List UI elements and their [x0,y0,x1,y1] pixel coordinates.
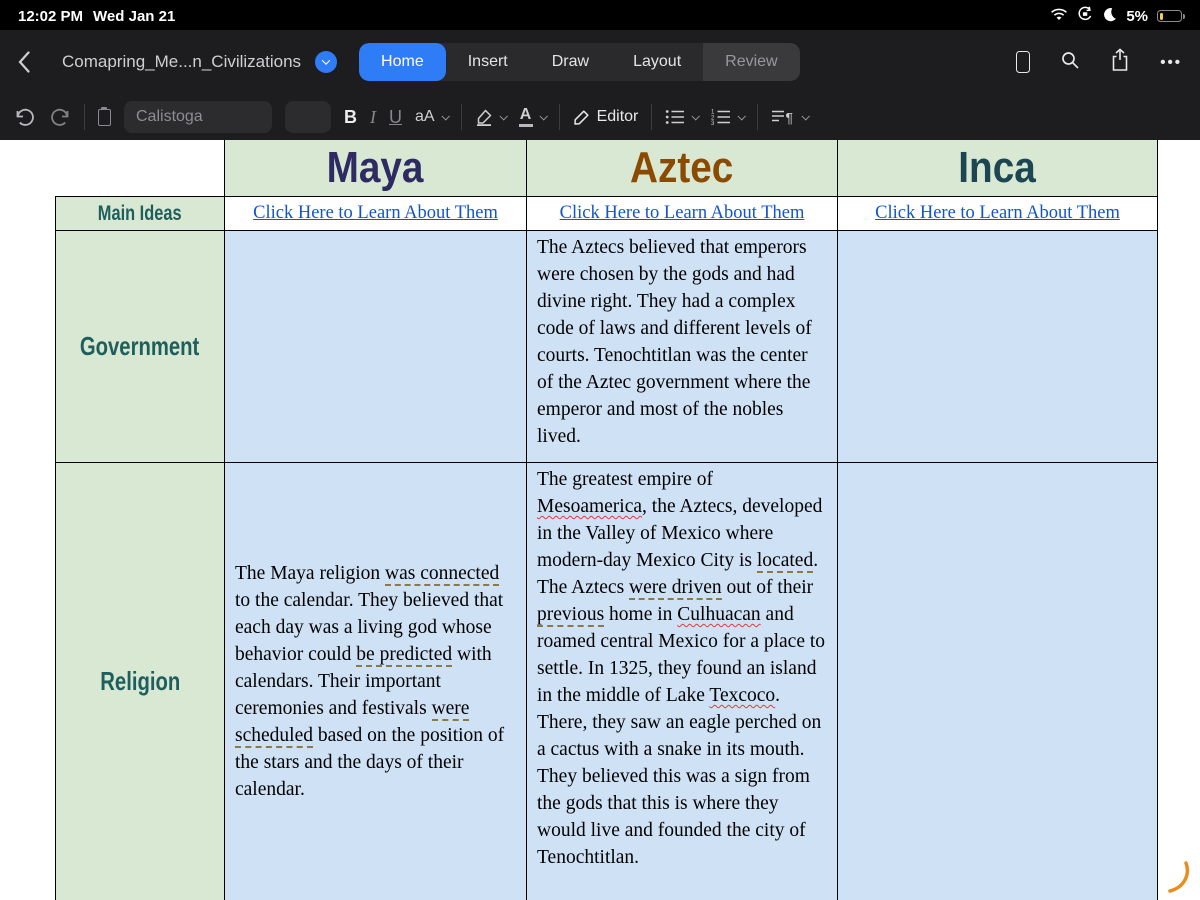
maya-heading: Maya [327,143,424,192]
document-title: Comapring_Me...n_Civilizations [62,52,302,71]
highlighter-icon [476,109,491,126]
tab-draw[interactable]: Draw [530,43,611,81]
bullet-list-icon [666,110,685,124]
tab-insert[interactable]: Insert [446,43,530,81]
government-aztec-cell[interactable]: The Aztecs believed that emperors were c… [527,231,838,463]
tab-review[interactable]: Review [703,43,800,81]
screen: 12:02 PM Wed Jan 21 5% Comapring_Me...n_… [0,0,1200,900]
paragraph-format-menu[interactable]: ¶ [771,109,811,126]
inca-heading: Inca [958,143,1037,192]
nav-bar: Comapring_Me...n_Civilizations Home Inse… [0,30,1200,94]
editor-pen-icon [573,109,589,125]
redo-button[interactable] [49,108,71,127]
religion-aztec-cell[interactable]: The greatest empire of Mesoamerica, the … [527,463,838,900]
aztec-link-cell: Click Here to Learn About Them [527,197,838,231]
bold-button[interactable]: B [344,107,357,128]
government-maya-cell[interactable] [225,231,527,463]
header-aztec[interactable]: Aztec [527,140,838,197]
format-bar: Calistoga B I U aA A Editor 1 2 3 ¶ [0,94,1200,140]
highlight-menu[interactable] [475,108,508,126]
header-empty-cell[interactable] [55,140,225,197]
row-label-government[interactable]: Government [55,231,225,463]
status-date: Wed Jan 21 [93,7,176,25]
focus-moon-icon [1102,7,1117,26]
header-inca[interactable]: Inca [838,140,1158,197]
tab-home[interactable]: Home [359,43,446,81]
inca-link-cell: Click Here to Learn About Them [838,197,1158,231]
font-name-picker[interactable]: Calistoga [124,101,272,133]
pen-annotation [1168,861,1190,893]
underline-button[interactable]: U [389,107,402,128]
religion-maya-cell[interactable]: The Maya religion was connected to the c… [225,463,527,900]
religion-maya-text: The Maya religion was connected to the c… [235,563,505,800]
search-icon[interactable] [1060,50,1080,75]
government-inca-cell[interactable] [838,231,1158,463]
aztec-learn-link[interactable]: Click Here to Learn About Them [560,203,805,224]
religion-aztec-text: The greatest empire of Mesoamerica, the … [537,469,826,868]
document-canvas[interactable]: Maya Aztec Inca Main Ideas Click Here to… [0,140,1200,900]
editor-button[interactable]: Editor [573,108,639,126]
aztec-heading: Aztec [630,143,734,192]
inca-learn-link[interactable]: Click Here to Learn About Them [875,203,1120,224]
religion-inca-cell[interactable] [838,463,1158,900]
bullet-list-menu[interactable] [665,109,701,125]
italic-button[interactable]: I [370,107,376,128]
comparison-table: Maya Aztec Inca Main Ideas Click Here to… [55,140,1158,900]
ribbon-tabs: Home Insert Draw Layout Review [359,43,800,81]
row-label-religion[interactable]: Religion [55,463,225,900]
numbered-list-icon: 1 2 3 [711,110,731,125]
battery-icon [1157,10,1185,22]
header-maya[interactable]: Maya [225,140,527,197]
more-options-icon[interactable]: ••• [1160,54,1182,71]
orientation-lock-icon [1077,6,1093,26]
text-size-menu[interactable]: aA [415,108,450,126]
row-label-main-ideas[interactable]: Main Ideas [55,197,225,231]
svg-text:¶: ¶ [786,110,794,126]
font-color-menu[interactable]: A [518,106,548,128]
status-bar: 12:02 PM Wed Jan 21 5% [0,0,1200,30]
back-button[interactable] [18,51,46,73]
title-dropdown-button[interactable] [315,51,338,73]
mobile-view-icon[interactable] [1016,51,1031,73]
editor-label: Editor [596,108,639,125]
numbered-list-menu[interactable]: 1 2 3 [711,109,747,125]
svg-text:3: 3 [711,121,715,125]
maya-learn-link[interactable]: Click Here to Learn About Them [253,203,498,224]
font-name-value: Calistoga [136,108,203,125]
battery-percent: 5% [1126,7,1148,25]
paste-button[interactable] [98,106,111,126]
wifi-icon [1050,8,1068,25]
government-aztec-text: The Aztecs believed that emperors were c… [537,237,812,447]
tab-layout[interactable]: Layout [611,43,703,81]
maya-link-cell: Click Here to Learn About Them [225,197,527,231]
font-color-icon: A [518,106,533,128]
share-icon[interactable] [1110,47,1130,77]
undo-button[interactable] [14,108,36,127]
font-size-picker[interactable] [285,101,331,133]
status-time: 12:02 PM [18,7,84,25]
text-size-label: aA [415,108,435,125]
paragraph-icon: ¶ [772,110,794,126]
